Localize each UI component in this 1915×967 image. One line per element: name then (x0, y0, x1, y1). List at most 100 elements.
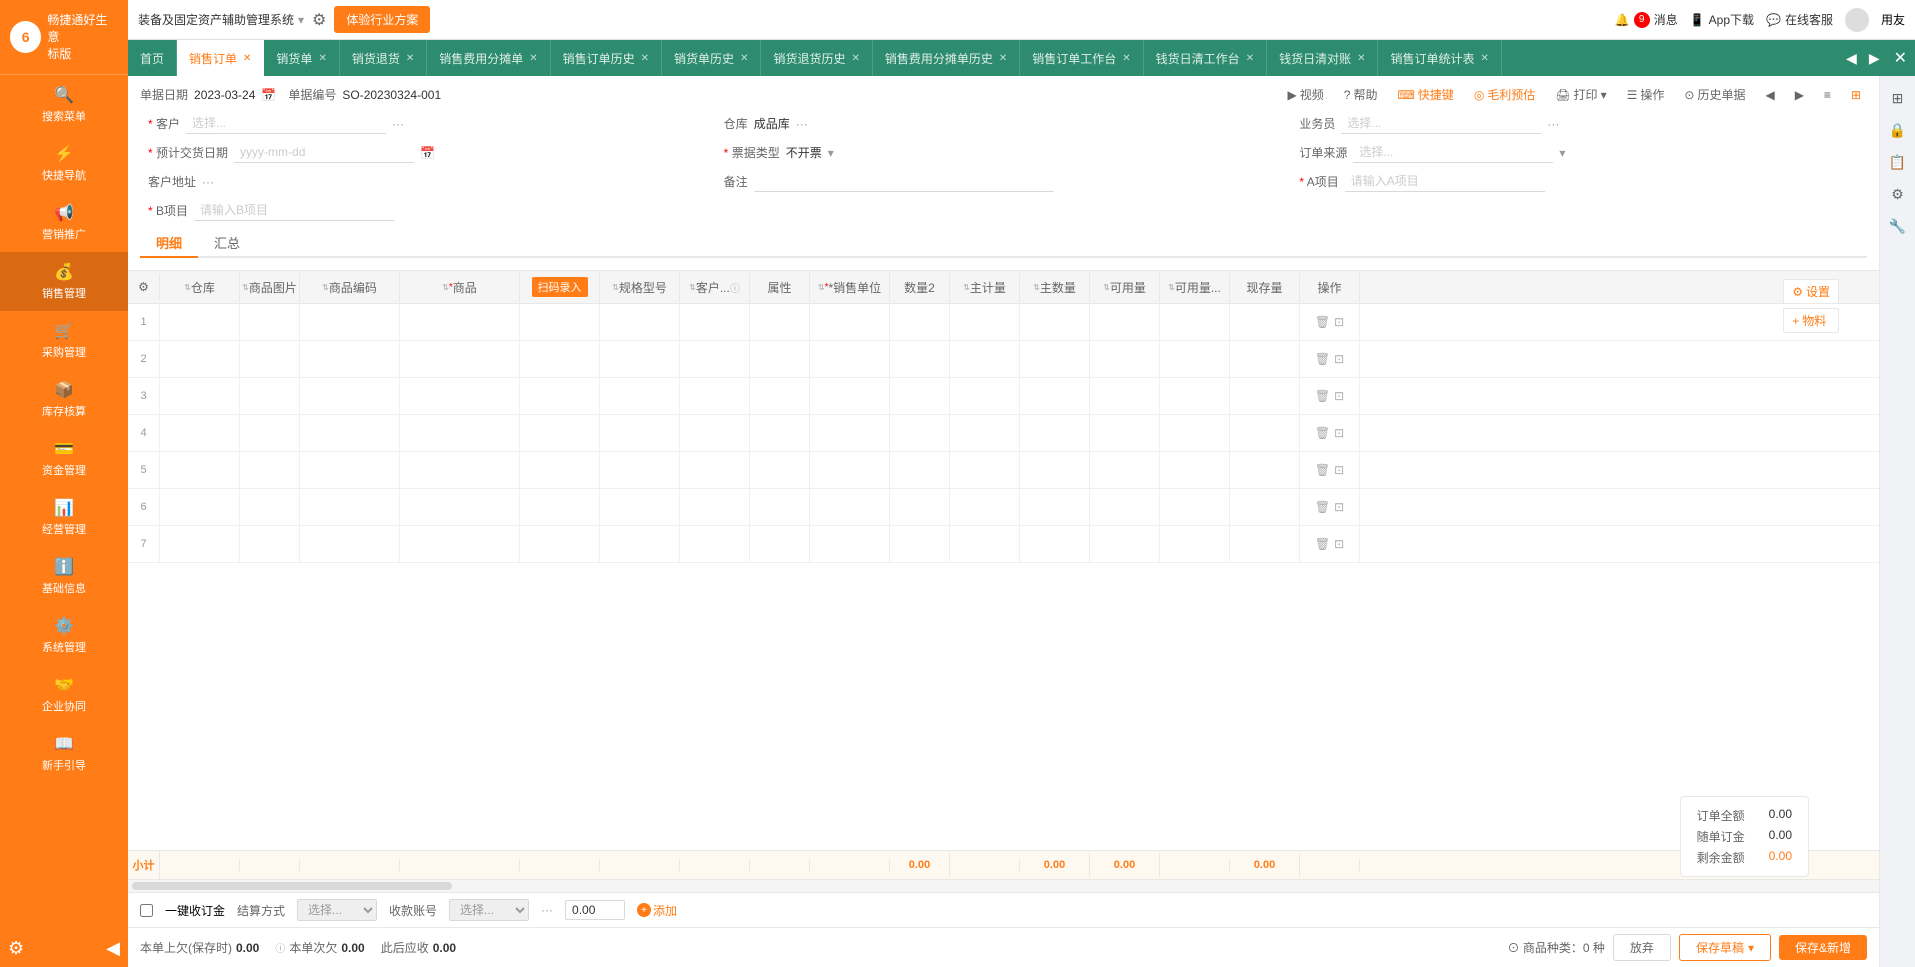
tab-close-icon[interactable]: ✕ (1481, 53, 1489, 64)
col-header-main-unit[interactable]: ⇅ 主计量 (950, 273, 1020, 302)
row-1-scan[interactable] (520, 304, 600, 340)
row-6-avail2[interactable] (1160, 489, 1230, 525)
row-5-stock[interactable] (1230, 452, 1300, 488)
tab-close-icon[interactable]: ✕ (1246, 53, 1254, 64)
row-2-unit[interactable] (810, 341, 890, 377)
account-select[interactable]: 选择... (449, 899, 529, 921)
tab-sales-fee[interactable]: 销售费用分摊单 ✕ (427, 40, 550, 76)
invoice-value[interactable]: 不开票 (786, 144, 822, 161)
row-2-avail2[interactable] (1160, 341, 1230, 377)
row-6-main-unit[interactable] (950, 489, 1020, 525)
row-4-stock[interactable] (1230, 415, 1300, 451)
row-delete-icon[interactable]: 🗑 (1315, 389, 1330, 403)
help-icon-2[interactable]: ⓘ (275, 940, 285, 955)
row-5-code[interactable] (300, 452, 400, 488)
notification-item[interactable]: 🔔 9 消息 (1615, 11, 1678, 28)
row-3-avail2[interactable] (1160, 378, 1230, 414)
sidebar-item-search[interactable]: 🔍 搜索菜单 (0, 75, 128, 134)
row-1-product[interactable] (400, 304, 520, 340)
row-4-attr[interactable] (750, 415, 810, 451)
add-material-button[interactable]: + 物料 (1783, 308, 1839, 333)
row-7-scan[interactable] (520, 526, 600, 562)
profit-btn[interactable]: ◎ 毛利预估 (1468, 84, 1542, 105)
tab-close-icon[interactable]: ✕ (1357, 53, 1365, 64)
row-4-product[interactable] (400, 415, 520, 451)
customer-input[interactable] (186, 113, 386, 134)
row-delete-icon[interactable]: 🗑 (1315, 537, 1330, 551)
view-video-btn[interactable]: ▶ 视频 (1282, 84, 1330, 105)
col-header-setting[interactable]: ⚙ (128, 274, 160, 300)
sidebar-item-enterprise[interactable]: 🤝 企业协同 (0, 665, 128, 724)
salesperson-more-icon[interactable]: ··· (1547, 117, 1559, 131)
row-6-code[interactable] (300, 489, 400, 525)
row-3-main-unit[interactable] (950, 378, 1020, 414)
row-2-main-qty[interactable] (1020, 341, 1090, 377)
row-5-avail[interactable] (1090, 452, 1160, 488)
tab-prev-icon[interactable]: ◀ (1840, 50, 1863, 67)
card-view-icon[interactable]: ⊞ (1845, 86, 1867, 104)
tab-close-icon[interactable]: ✕ (999, 53, 1007, 64)
col-header-image[interactable]: ⇅ 商品图片 (240, 273, 300, 302)
row-7-customer[interactable] (680, 526, 750, 562)
tab-return-history[interactable]: 销货退货历史 ✕ (761, 40, 872, 76)
row-7-stock[interactable] (1230, 526, 1300, 562)
col-header-customer[interactable]: ⇅ 客户... ⓘ (680, 273, 750, 302)
industry-plan-button[interactable]: 体验行业方案 (334, 6, 430, 33)
row-delete-icon[interactable]: 🗑 (1315, 463, 1330, 477)
tab-detail[interactable]: 明细 (140, 229, 198, 258)
operations-btn[interactable]: ☰ 操作 (1621, 84, 1671, 105)
row-3-customer[interactable] (680, 378, 750, 414)
tab-home[interactable]: 首页 (128, 40, 177, 76)
col-header-avail2[interactable]: ⇅ 可用量... (1160, 273, 1230, 302)
sidebar-item-system[interactable]: ⚙️ 系统管理 (0, 606, 128, 665)
sidebar-item-management[interactable]: 📊 经营管理 (0, 488, 128, 547)
history-btn[interactable]: ⊙ 历史单据 (1678, 84, 1751, 105)
row-6-warehouse[interactable] (160, 489, 240, 525)
calendar-icon[interactable]: 📅 (261, 88, 276, 102)
invoice-dropdown-icon[interactable]: ▾ (828, 146, 834, 160)
row-4-code[interactable] (300, 415, 400, 451)
row-4-warehouse[interactable] (160, 415, 240, 451)
row-copy-icon[interactable]: ⊡ (1334, 315, 1344, 329)
sidebar-item-purchase[interactable]: 🛒 采购管理 (0, 311, 128, 370)
row-4-avail2[interactable] (1160, 415, 1230, 451)
row-6-avail[interactable] (1090, 489, 1160, 525)
row-7-attr[interactable] (750, 526, 810, 562)
col-header-qty2[interactable]: 数量2 (890, 273, 950, 302)
next-record-icon[interactable]: ▶ (1789, 86, 1810, 104)
row-1-qty2[interactable] (890, 304, 950, 340)
row-3-product[interactable] (400, 378, 520, 414)
row-copy-icon[interactable]: ⊡ (1334, 463, 1344, 477)
discard-button[interactable]: 放弃 (1613, 934, 1671, 961)
scan-input-button[interactable]: 扫码录入 (532, 277, 588, 297)
sidebar-item-guide[interactable]: 📖 新手引导 (0, 724, 128, 783)
row-6-qty2[interactable] (890, 489, 950, 525)
save-new-button[interactable]: 保存&新增 (1779, 935, 1867, 960)
row-3-main-qty[interactable] (1020, 378, 1090, 414)
number-value[interactable]: SO-20230324-001 (342, 88, 441, 102)
row-7-spec[interactable] (600, 526, 680, 562)
row-5-unit[interactable] (810, 452, 890, 488)
row-2-stock[interactable] (1230, 341, 1300, 377)
a-project-input[interactable] (1345, 171, 1545, 192)
row-copy-icon[interactable]: ⊡ (1334, 537, 1344, 551)
row-3-stock[interactable] (1230, 378, 1300, 414)
row-5-image[interactable] (240, 452, 300, 488)
row-2-customer[interactable] (680, 341, 750, 377)
row-5-attr[interactable] (750, 452, 810, 488)
row-1-main-unit[interactable] (950, 304, 1020, 340)
row-2-code[interactable] (300, 341, 400, 377)
row-5-spec[interactable] (600, 452, 680, 488)
row-7-qty2[interactable] (890, 526, 950, 562)
settings-float-button[interactable]: ⚙ 设置 (1783, 279, 1839, 304)
row-7-image[interactable] (240, 526, 300, 562)
tab-next-icon[interactable]: ▶ (1863, 50, 1886, 67)
tab-order-stats[interactable]: 销售订单统计表 ✕ (1378, 40, 1501, 76)
tab-order-history[interactable]: 销售订单历史 ✕ (551, 40, 662, 76)
row-3-attr[interactable] (750, 378, 810, 414)
tab-fee-history[interactable]: 销售费用分摊单历史 ✕ (873, 40, 1020, 76)
row-1-avail[interactable] (1090, 304, 1160, 340)
row-2-attr[interactable] (750, 341, 810, 377)
save-draft-button[interactable]: 保存草稿 ▾ (1679, 934, 1771, 961)
row-6-spec[interactable] (600, 489, 680, 525)
